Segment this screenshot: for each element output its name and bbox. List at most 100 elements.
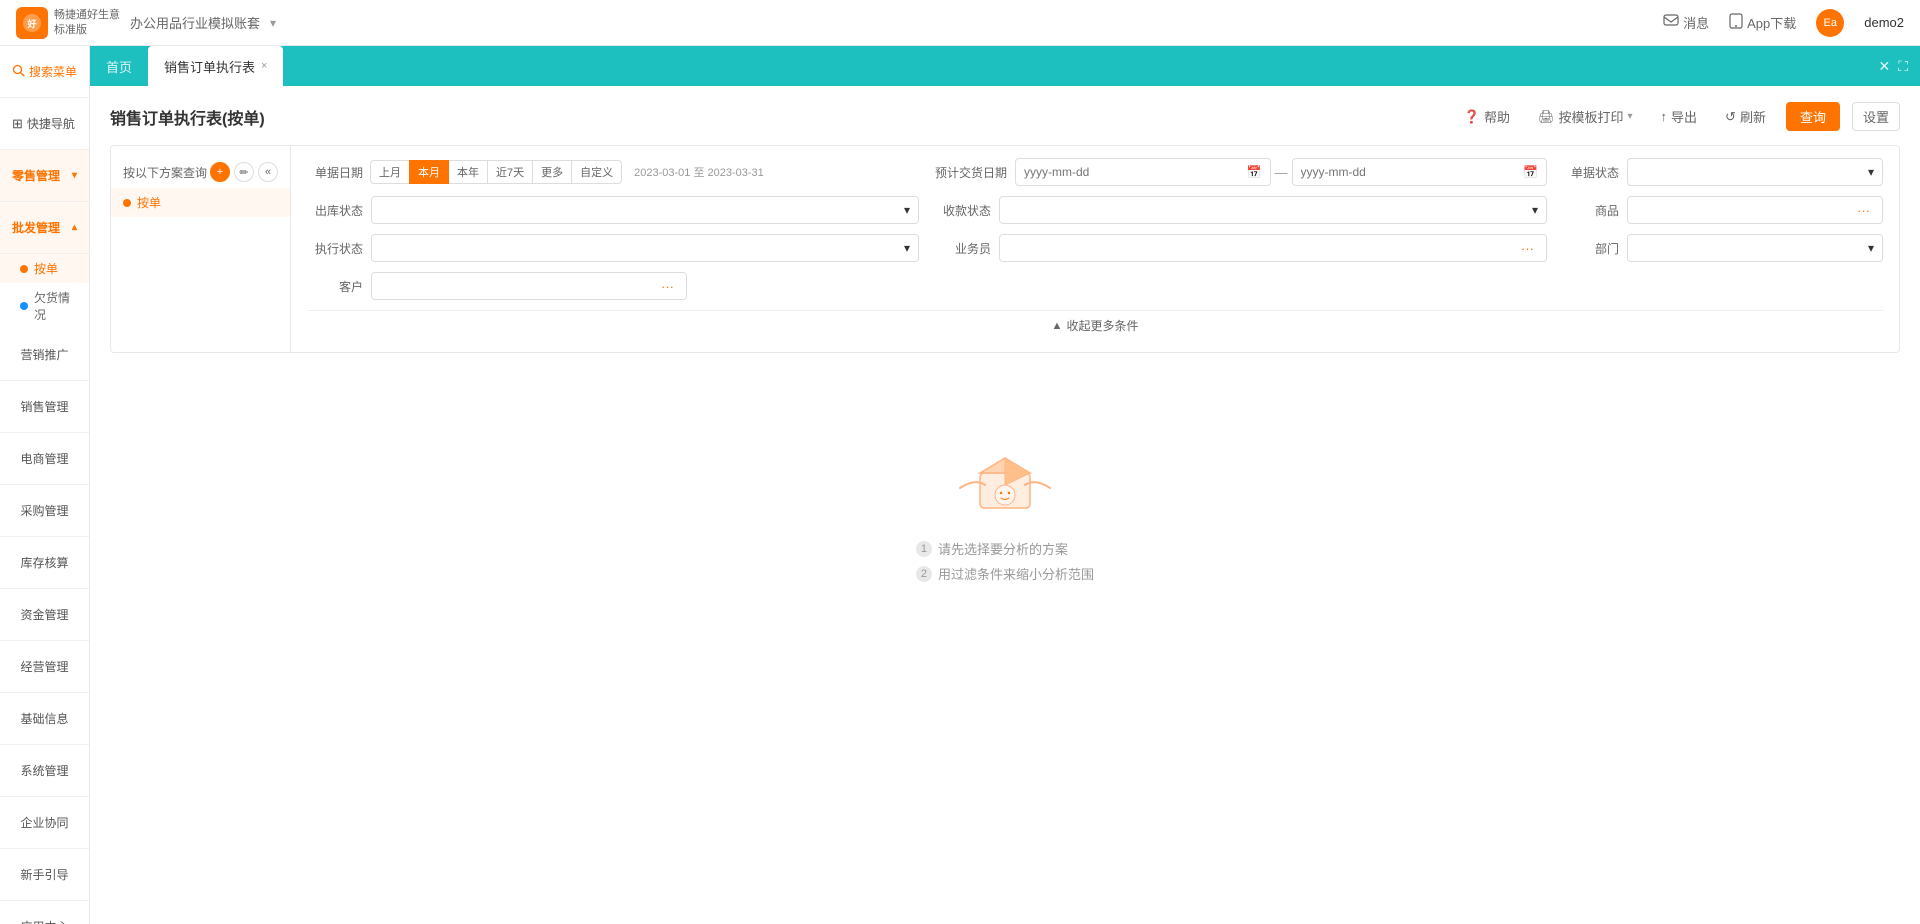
grid-icon: ⊞ <box>12 116 23 132</box>
chevron-icon-retail: ▾ <box>72 170 77 181</box>
filter-plan-item-press[interactable]: 按单 <box>111 188 290 217</box>
filter-field-expected-delivery: 预计交货日期 📅 — 📅 <box>935 158 1547 186</box>
logo-text: 畅捷通好生意 标准版 <box>54 8 120 37</box>
export-btn[interactable]: ↑ 导出 <box>1653 103 1706 130</box>
sidebar-item-basic[interactable]: 基础信息 <box>0 693 89 745</box>
user-name[interactable]: demo2 <box>1864 15 1904 30</box>
print-icon: 🖨 <box>1538 109 1555 125</box>
tab-minimize-icon[interactable]: ✕ <box>1878 58 1890 75</box>
date-btn-last-month[interactable]: 上月 <box>370 160 410 184</box>
sidebar-item-search[interactable]: 搜索菜单 <box>0 46 89 98</box>
plan-dot-blue <box>20 302 28 310</box>
tab-bar-actions: ✕ ⛶ <box>1866 58 1920 75</box>
svg-text:好: 好 <box>26 18 36 29</box>
top-bar: 好 畅捷通好生意 标准版 办公用品行业模拟账套 ▾ 消息 <box>0 0 1920 46</box>
department-select[interactable] <box>1627 234 1883 262</box>
filter-section: 按以下方案查询 + ✏ « 按单 <box>110 145 1900 353</box>
top-bar-left: 好 畅捷通好生意 标准版 办公用品行业模拟账套 ▾ <box>16 7 276 39</box>
page-header: 销售订单执行表(按单) ❓ 帮助 🖨 按模板打印 ▾ ↑ <box>110 102 1900 131</box>
sidebar-item-operations[interactable]: 经营管理 <box>0 641 89 693</box>
date-end-wrap: 📅 <box>1292 158 1548 186</box>
expected-date-start[interactable] <box>1024 165 1243 179</box>
department-label: 部门 <box>1563 240 1619 257</box>
top-bar-right: 消息 App下载 Ea demo2 <box>1663 9 1904 37</box>
sidebar-item-wholesale[interactable]: 批发管理 ▴ <box>0 202 89 254</box>
breadcrumb-arrow[interactable]: ▾ <box>270 16 276 30</box>
execution-status-label: 执行状态 <box>307 240 363 257</box>
add-plan-btn[interactable]: + <box>210 162 230 182</box>
help-btn[interactable]: ❓ 帮助 <box>1456 103 1518 130</box>
tab-home[interactable]: 首页 <box>90 46 148 86</box>
date-btn-this-month[interactable]: 本月 <box>409 160 449 184</box>
date-btn-more[interactable]: 更多 <box>532 160 572 184</box>
product-label: 商品 <box>1563 202 1619 219</box>
chevron-icon-wholesale: ▴ <box>72 222 77 233</box>
page-actions: ❓ 帮助 🖨 按模板打印 ▾ ↑ 导出 ↺ <box>1456 102 1900 131</box>
date-range-expected: 📅 — 📅 <box>1015 158 1547 186</box>
tab-active[interactable]: 销售订单执行表 × <box>148 46 283 86</box>
date-label: 单据日期 <box>307 164 363 181</box>
sidebar-item-quicknav[interactable]: ⊞ 快捷导航 <box>0 98 89 150</box>
receipt-status-label: 收款状态 <box>935 202 991 219</box>
expected-date-end[interactable] <box>1301 165 1520 179</box>
sidebar-item-purchase[interactable]: 采购管理 <box>0 485 89 537</box>
collapse-sidebar-btn[interactable]: « <box>258 162 278 182</box>
date-start-wrap: 📅 <box>1015 158 1271 186</box>
app-download-action[interactable]: App下载 <box>1729 13 1796 32</box>
sidebar-item-marketing[interactable]: 营销推广 <box>0 329 89 381</box>
filter-field-receipt: 收款状态 <box>935 196 1547 224</box>
delivery-status-label: 出库状态 <box>307 202 363 219</box>
delivery-status-select[interactable] <box>371 196 919 224</box>
filter-row-3: 执行状态 业务员 ··· <box>307 234 1883 262</box>
customer-ellipsis-btn[interactable]: ··· <box>657 277 678 296</box>
search-btn[interactable]: 查询 <box>1786 102 1840 131</box>
date-separator: — <box>1275 165 1288 180</box>
collapse-more-btn[interactable]: ▲ 收起更多条件 <box>307 310 1883 340</box>
tab-bar: 首页 销售订单执行表 × ✕ ⛶ <box>90 46 1920 86</box>
breadcrumb-title: 办公用品行业模拟账套 <box>130 13 260 32</box>
salesperson-ellipsis-btn[interactable]: ··· <box>1517 239 1538 258</box>
logo-icon: 好 <box>16 7 48 39</box>
refresh-icon: ↺ <box>1725 109 1736 125</box>
empty-illustration <box>955 443 1055 523</box>
sidebar-item-enterprise[interactable]: 企业协同 <box>0 797 89 849</box>
user-avatar[interactable]: Ea <box>1816 9 1844 37</box>
sidebar-item-finance[interactable]: 资金管理 <box>0 589 89 641</box>
salesperson-label: 业务员 <box>935 240 991 257</box>
receipt-status-select[interactable] <box>999 196 1547 224</box>
page-title: 销售订单执行表(按单) <box>110 105 265 129</box>
sidebar-item-newbie[interactable]: 新手引导 <box>0 849 89 901</box>
tab-close-btn[interactable]: × <box>261 60 267 72</box>
product-ellipsis-btn[interactable]: ··· <box>1853 201 1874 220</box>
sidebar-item-retail[interactable]: 零售管理 ▾ <box>0 150 89 202</box>
main-layout: 搜索菜单 ⊞ 快捷导航 零售管理 ▾ 批发管理 ▴ 按单 欠货情况 营销推广 销… <box>0 46 1920 924</box>
execution-status-select[interactable] <box>371 234 919 262</box>
date-btn-custom[interactable]: 自定义 <box>571 160 622 184</box>
date-range-text: 2023-03-01 至 2023-03-31 <box>634 164 764 180</box>
refresh-btn[interactable]: ↺ 刷新 <box>1717 103 1774 130</box>
doc-status-chevron <box>1868 165 1874 179</box>
sidebar-item-ecommerce[interactable]: 电商管理 <box>0 433 89 485</box>
content-area: 首页 销售订单执行表 × ✕ ⛶ 销售订单执行表(按单) ❓ <box>90 46 1920 924</box>
export-icon: ↑ <box>1661 109 1668 124</box>
sidebar: 搜索菜单 ⊞ 快捷导航 零售管理 ▾ 批发管理 ▴ 按单 欠货情况 营销推广 销… <box>0 46 90 924</box>
tab-expand-icon[interactable]: ⛶ <box>1898 58 1908 75</box>
date-btn-this-year[interactable]: 本年 <box>448 160 488 184</box>
settings-btn[interactable]: 设置 <box>1852 102 1900 131</box>
active-dot <box>123 199 131 207</box>
sidebar-sub-item-press[interactable]: 按单 <box>0 254 89 283</box>
sidebar-item-appstore[interactable]: 应用中心 <box>0 901 89 924</box>
sidebar-sub-item-debt[interactable]: 欠货情况 <box>0 283 89 329</box>
filter-row-2: 出库状态 收款状态 <box>307 196 1883 224</box>
message-action[interactable]: 消息 <box>1663 13 1709 32</box>
message-icon <box>1663 13 1679 32</box>
date-btn-7days[interactable]: 近7天 <box>487 160 533 184</box>
plan-dot-orange <box>20 265 28 273</box>
print-btn[interactable]: 🖨 按模板打印 ▾ <box>1530 103 1641 130</box>
edit-plan-btn[interactable]: ✏ <box>234 162 254 182</box>
sidebar-item-inventory[interactable]: 库存核算 <box>0 537 89 589</box>
sidebar-item-system[interactable]: 系统管理 <box>0 745 89 797</box>
sidebar-item-sales[interactable]: 销售管理 <box>0 381 89 433</box>
doc-status-select[interactable] <box>1627 158 1883 186</box>
receipt-chevron <box>1532 203 1538 217</box>
